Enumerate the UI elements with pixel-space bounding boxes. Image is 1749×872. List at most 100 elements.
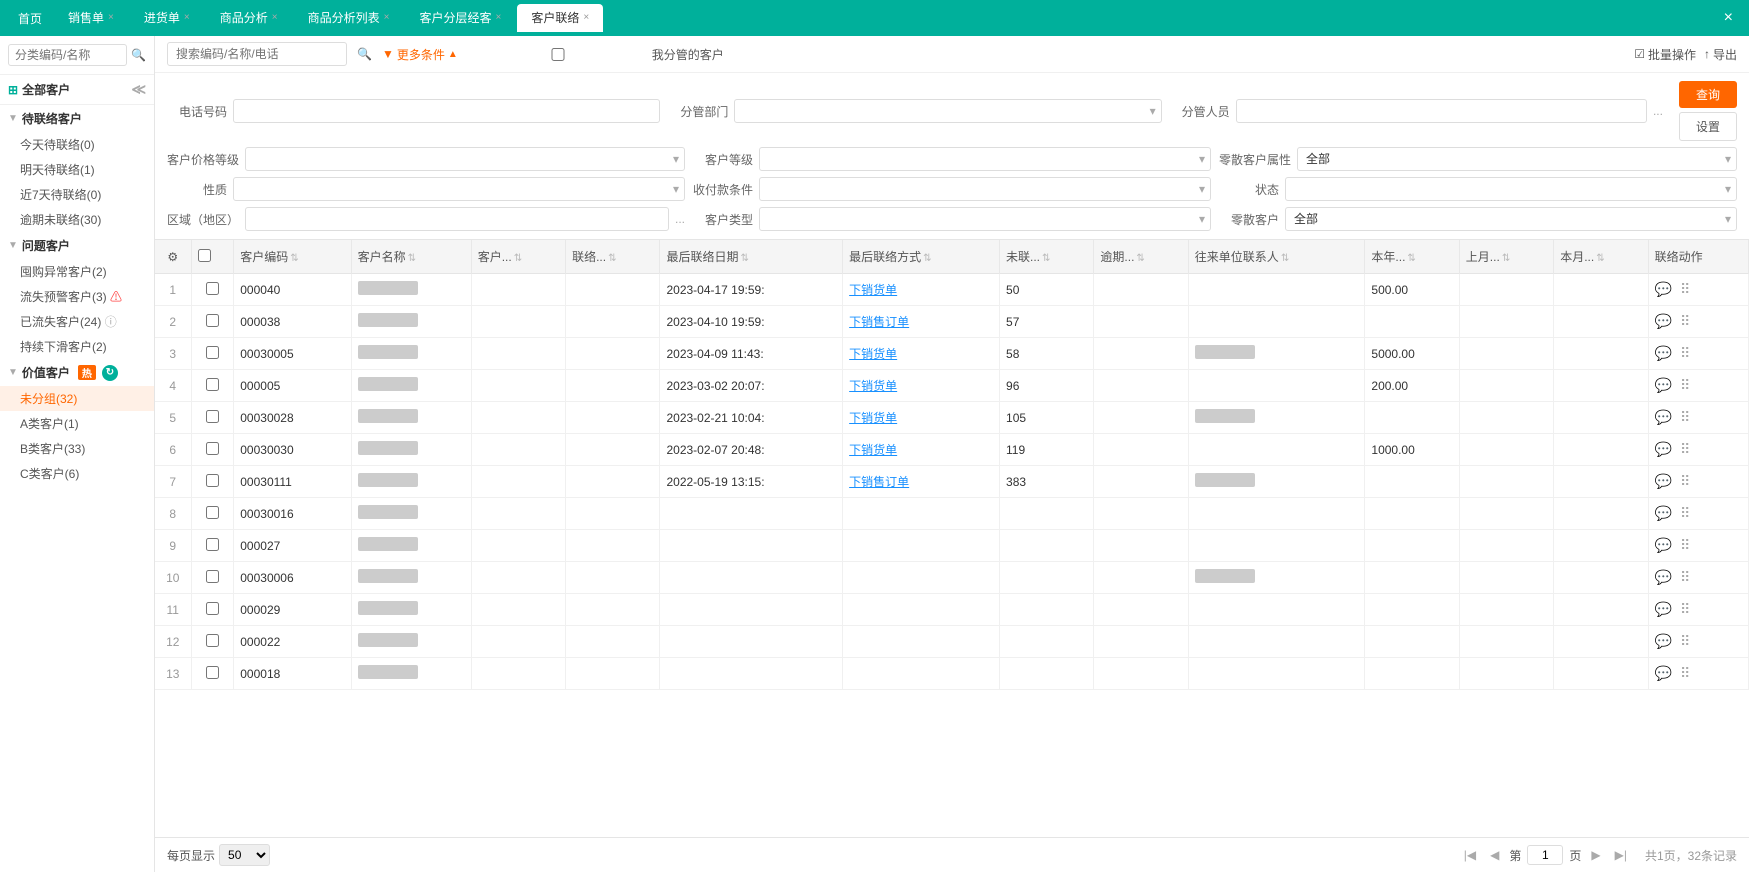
comment-icon[interactable]: 💬 xyxy=(1655,505,1672,522)
col-last-month[interactable]: 上月...⇅ xyxy=(1459,240,1553,274)
search-input[interactable] xyxy=(167,42,347,66)
sidebar-item-declining[interactable]: 持续下滑客户(2) xyxy=(0,334,154,359)
my-customers-filter[interactable]: 我分管的客户 xyxy=(468,46,724,63)
comment-icon[interactable]: 💬 xyxy=(1655,601,1672,618)
row-checkbox[interactable] xyxy=(206,346,219,359)
sidebar-group-value-customers[interactable]: ▼ 价值客户 热 ↻ xyxy=(0,359,154,386)
sidebar-all-customers[interactable]: ⊞ 全部客户 ≪ xyxy=(0,75,154,105)
col-this-month[interactable]: 本月...⇅ xyxy=(1554,240,1648,274)
manager-more-icon[interactable]: ... xyxy=(1653,104,1663,118)
batch-operations-btn[interactable]: ☑ 批量操作 xyxy=(1634,46,1696,63)
comment-icon[interactable]: 💬 xyxy=(1655,281,1672,298)
comment-icon[interactable]: 💬 xyxy=(1655,537,1672,554)
close-tab-customer-contact[interactable]: × xyxy=(583,4,589,32)
customer-type-select[interactable] xyxy=(759,207,1211,231)
row-checkbox[interactable] xyxy=(206,442,219,455)
page-number-input[interactable] xyxy=(1527,845,1563,865)
comment-icon[interactable]: 💬 xyxy=(1655,665,1672,682)
sidebar-item-class-a[interactable]: A类客户(1) xyxy=(0,411,154,436)
next-page-btn[interactable]: ▶ xyxy=(1587,846,1604,864)
close-tab-sales-order[interactable]: × xyxy=(108,4,114,32)
apps-icon[interactable]: ⠿ xyxy=(1680,313,1690,330)
apps-icon[interactable]: ⠿ xyxy=(1680,377,1690,394)
prev-page-btn[interactable]: ◀ xyxy=(1486,846,1503,864)
sidebar-item-hoarding-abnormal[interactable]: 囤购异常客户(2) xyxy=(0,259,154,284)
comment-icon[interactable]: 💬 xyxy=(1655,313,1672,330)
sidebar-group-pending-contact[interactable]: ▼ 待联络客户 xyxy=(0,105,154,132)
sidebar-item-churned[interactable]: 已流失客户(24) ⓘ xyxy=(0,309,154,334)
apps-icon[interactable]: ⠿ xyxy=(1680,281,1690,298)
category-search-input[interactable] xyxy=(8,44,127,66)
apps-icon[interactable]: ⠿ xyxy=(1680,505,1690,522)
apps-icon[interactable]: ⠿ xyxy=(1680,345,1690,362)
tab-purchase-order[interactable]: 进货单 × xyxy=(130,4,204,32)
sidebar-item-churn-warning[interactable]: 流失预警客户(3) ⚠ xyxy=(0,284,154,309)
comment-icon[interactable]: 💬 xyxy=(1655,569,1672,586)
settings-icon[interactable]: ⚙ xyxy=(167,250,178,264)
query-button[interactable]: 查询 xyxy=(1679,81,1737,108)
col-gear[interactable]: ⚙ xyxy=(155,240,191,274)
first-page-btn[interactable]: |◀ xyxy=(1460,846,1480,864)
tab-customer-segmentation[interactable]: 客户分层经客 × xyxy=(405,4,515,32)
col-type[interactable]: 客户...⇅ xyxy=(471,240,565,274)
sidebar-group-problem-customers[interactable]: ▼ 问题客户 xyxy=(0,232,154,259)
apps-icon[interactable]: ⠿ xyxy=(1680,601,1690,618)
row-checkbox[interactable] xyxy=(206,314,219,327)
col-no-contact[interactable]: 未联...⇅ xyxy=(1000,240,1094,274)
row-checkbox[interactable] xyxy=(206,282,219,295)
sidebar-item-class-c[interactable]: C类客户(6) xyxy=(0,461,154,486)
contact-way-link[interactable]: 下销售订单 xyxy=(843,466,1000,498)
tab-product-analysis-list[interactable]: 商品分析列表 × xyxy=(294,4,404,32)
nature-select[interactable] xyxy=(233,177,685,201)
row-checkbox[interactable] xyxy=(206,602,219,615)
comment-icon[interactable]: 💬 xyxy=(1655,441,1672,458)
sidebar-item-tomorrow-contact[interactable]: 明天待联络(1) xyxy=(0,157,154,182)
row-checkbox[interactable] xyxy=(206,570,219,583)
contact-way-link[interactable]: 下销货单 xyxy=(843,274,1000,306)
filter-search-icon[interactable]: 🔍 xyxy=(357,47,372,61)
apps-icon[interactable]: ⠿ xyxy=(1680,633,1690,650)
more-conditions-btn[interactable]: ▼ 更多条件 ▲ xyxy=(382,46,458,63)
window-close-button[interactable]: × xyxy=(1716,9,1741,27)
col-name[interactable]: 客户名称⇅ xyxy=(351,240,471,274)
sidebar-item-today-contact[interactable]: 今天待联络(0) xyxy=(0,132,154,157)
col-code[interactable]: 客户编码⇅ xyxy=(234,240,351,274)
row-checkbox[interactable] xyxy=(206,410,219,423)
tab-customer-contact[interactable]: 客户联络 × xyxy=(517,4,603,32)
apps-icon[interactable]: ⠿ xyxy=(1680,665,1690,682)
apps-icon[interactable]: ⠿ xyxy=(1680,409,1690,426)
refresh-icon[interactable]: ↻ xyxy=(102,365,118,381)
col-contact[interactable]: 联络...⇅ xyxy=(566,240,660,274)
retail-customer-select[interactable]: 全部 xyxy=(1285,207,1737,231)
apps-icon[interactable]: ⠿ xyxy=(1680,537,1690,554)
per-page-select[interactable]: 50 100 200 xyxy=(219,844,270,866)
row-checkbox[interactable] xyxy=(206,634,219,647)
retail-attr-select[interactable]: 全部 xyxy=(1297,147,1737,171)
close-tab-product-analysis[interactable]: × xyxy=(272,4,278,32)
sidebar-item-ungrouped[interactable]: 未分组(32) xyxy=(0,386,154,411)
select-all-checkbox[interactable] xyxy=(198,249,211,262)
region-more-icon[interactable]: ... xyxy=(675,212,685,226)
comment-icon[interactable]: 💬 xyxy=(1655,409,1672,426)
col-last-contact-date[interactable]: 最后联络日期⇅ xyxy=(660,240,843,274)
row-checkbox[interactable] xyxy=(206,378,219,391)
my-customers-checkbox[interactable] xyxy=(468,48,648,61)
tab-sales-order[interactable]: 销售单 × xyxy=(54,4,128,32)
sidebar-item-7days-contact[interactable]: 近7天待联络(0) xyxy=(0,182,154,207)
apps-icon[interactable]: ⠿ xyxy=(1680,473,1690,490)
col-last-contact-way[interactable]: 最后联络方式⇅ xyxy=(843,240,1000,274)
home-tab[interactable]: 首页 xyxy=(8,10,52,27)
tab-product-analysis[interactable]: 商品分析 × xyxy=(206,4,292,32)
manager-input[interactable] xyxy=(1236,99,1647,123)
phone-input[interactable] xyxy=(233,99,660,123)
row-checkbox[interactable] xyxy=(206,666,219,679)
comment-icon[interactable]: 💬 xyxy=(1655,473,1672,490)
export-btn[interactable]: ↑ 导出 xyxy=(1704,46,1737,63)
col-this-year[interactable]: 本年...⇅ xyxy=(1365,240,1459,274)
comment-icon[interactable]: 💬 xyxy=(1655,345,1672,362)
close-tab-product-analysis-list[interactable]: × xyxy=(384,4,390,32)
reset-button[interactable]: 设置 xyxy=(1679,112,1737,141)
apps-icon[interactable]: ⠿ xyxy=(1680,441,1690,458)
col-unit-contact[interactable]: 往来单位联系人⇅ xyxy=(1188,240,1365,274)
status-select[interactable] xyxy=(1285,177,1737,201)
